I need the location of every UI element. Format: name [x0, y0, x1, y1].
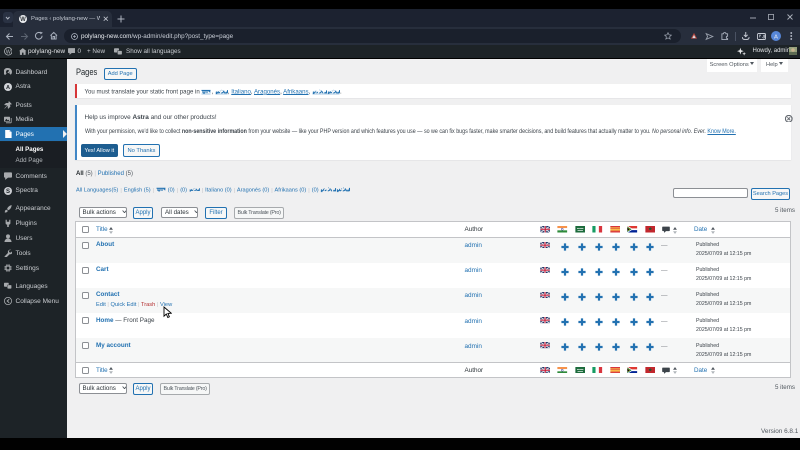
svg-text:W: W: [20, 17, 26, 23]
svg-text:S: S: [6, 189, 10, 195]
svg-text:A: A: [6, 85, 10, 91]
svg-text:A: A: [774, 34, 778, 40]
svg-text:W: W: [5, 49, 10, 55]
